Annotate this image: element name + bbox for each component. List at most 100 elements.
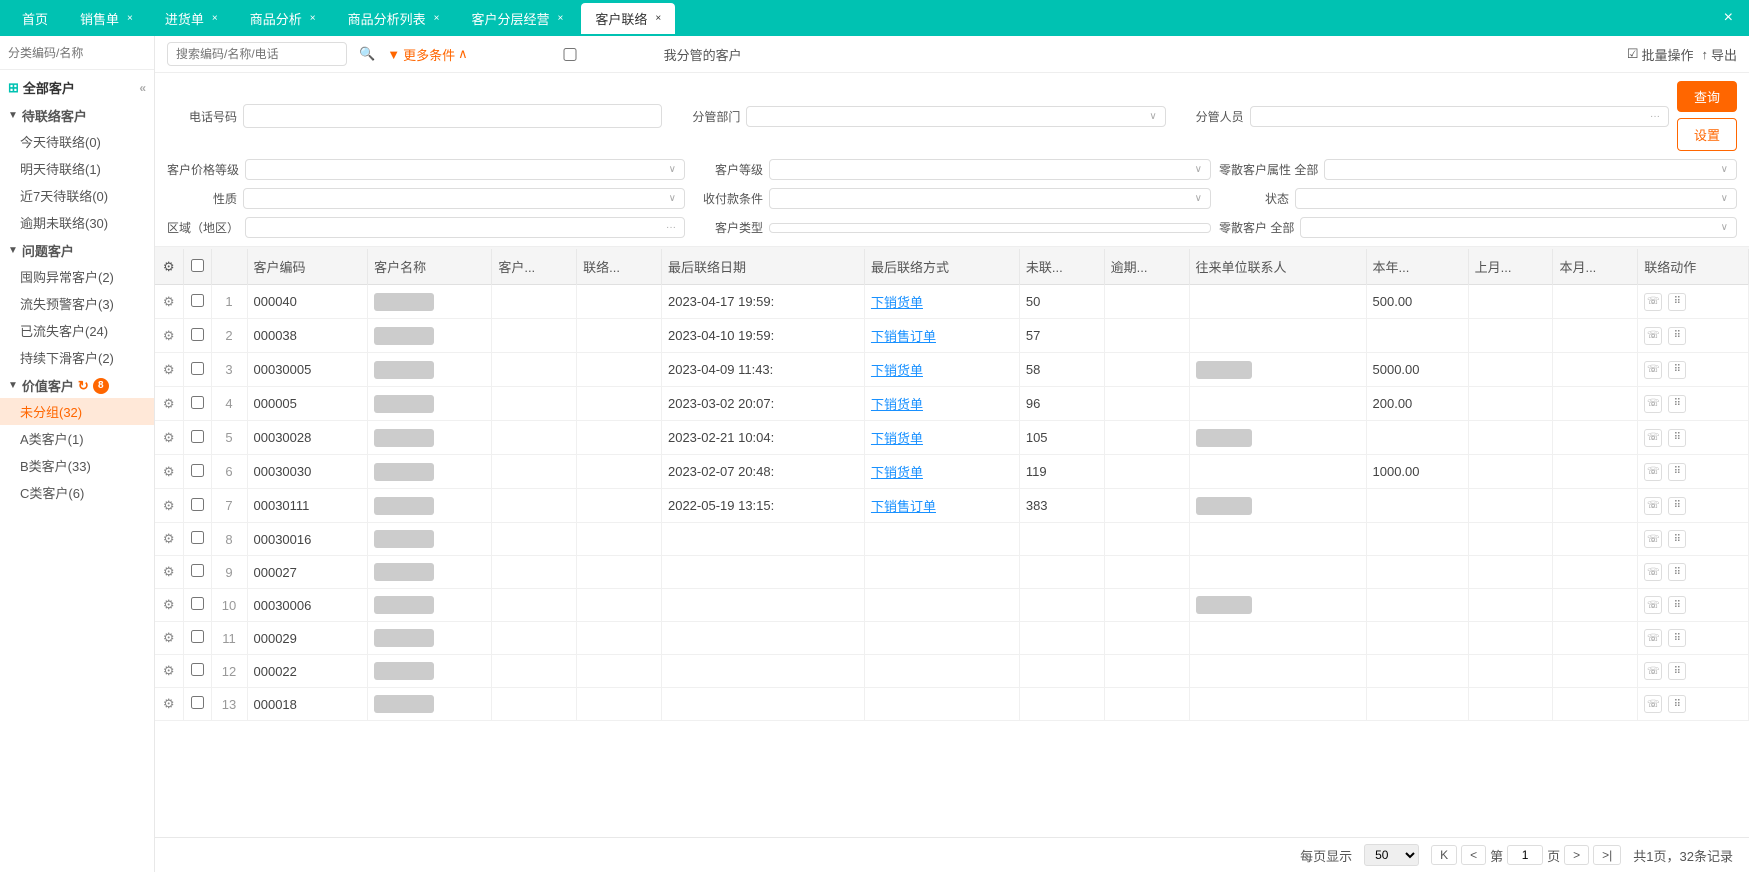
- my-customers-checkbox[interactable]: 我分管的客户: [480, 45, 742, 64]
- next-page-button[interactable]: >: [1564, 845, 1589, 865]
- row-check[interactable]: [183, 556, 211, 589]
- row-checkbox[interactable]: [191, 564, 204, 577]
- type-header[interactable]: 客户...: [492, 249, 577, 285]
- row-last-contact-way[interactable]: 下销货单: [864, 353, 1019, 387]
- row-checkbox[interactable]: [191, 630, 204, 643]
- row-check[interactable]: [183, 489, 211, 523]
- row-check[interactable]: [183, 688, 211, 721]
- region-select[interactable]: ···: [245, 217, 685, 238]
- sidebar-item-declining[interactable]: 持续下滑客户(2): [0, 344, 154, 371]
- row-checkbox[interactable]: [191, 430, 204, 443]
- export-button[interactable]: ↑ 导出: [1701, 45, 1737, 64]
- tab-customer-segment[interactable]: 客户分层经营 ×: [457, 3, 577, 34]
- nature-select[interactable]: ∨: [243, 188, 685, 209]
- check-header[interactable]: [183, 249, 211, 285]
- tab-product-analysis-list[interactable]: 商品分析列表 ×: [334, 3, 454, 34]
- sidebar-item-today[interactable]: 今天待联络(0): [0, 128, 154, 155]
- row-settings[interactable]: ⚙: [155, 285, 183, 319]
- more-icon[interactable]: ⠿: [1668, 662, 1686, 680]
- row-check[interactable]: [183, 387, 211, 421]
- row-settings[interactable]: ⚙: [155, 523, 183, 556]
- more-icon[interactable]: ⠿: [1668, 327, 1686, 345]
- sidebar-item-overdue[interactable]: 逾期未联络(30): [0, 209, 154, 236]
- row-settings[interactable]: ⚙: [155, 387, 183, 421]
- more-icon[interactable]: ⠿: [1668, 463, 1686, 481]
- call-icon[interactable]: ☏: [1644, 629, 1662, 647]
- code-header[interactable]: 客户编码: [247, 249, 368, 285]
- sidebar-search-input[interactable]: [8, 46, 155, 60]
- sidebar-item-abnormal[interactable]: 囤购异常客户(2): [0, 263, 154, 290]
- payment-select[interactable]: ∨: [769, 188, 1211, 209]
- close-icon[interactable]: ×: [655, 13, 661, 24]
- more-icon[interactable]: ⠿: [1668, 530, 1686, 548]
- call-icon[interactable]: ☏: [1644, 395, 1662, 413]
- prev-page-button[interactable]: <: [1461, 845, 1486, 865]
- call-icon[interactable]: ☏: [1644, 361, 1662, 379]
- row-last-contact-way[interactable]: [864, 556, 1019, 589]
- tab-customer-contact[interactable]: 客户联络 ×: [581, 3, 675, 34]
- row-check[interactable]: [183, 523, 211, 556]
- last-contact-date-header[interactable]: 最后联络日期: [661, 249, 864, 285]
- row-last-contact-way[interactable]: 下销货单: [864, 421, 1019, 455]
- row-checkbox[interactable]: [191, 597, 204, 610]
- more-icon[interactable]: ⠿: [1668, 596, 1686, 614]
- my-customers-check-input[interactable]: [480, 48, 660, 61]
- search-input[interactable]: [167, 42, 347, 66]
- row-check[interactable]: [183, 589, 211, 622]
- row-checkbox[interactable]: [191, 396, 204, 409]
- more-icon[interactable]: ⠿: [1668, 695, 1686, 713]
- last-page-button[interactable]: >|: [1593, 845, 1621, 865]
- row-settings[interactable]: ⚙: [155, 319, 183, 353]
- row-last-contact-way[interactable]: [864, 655, 1019, 688]
- row-check[interactable]: [183, 455, 211, 489]
- status-select[interactable]: ∨: [1295, 188, 1737, 209]
- settings-header[interactable]: ⚙: [155, 249, 183, 285]
- page-size-select[interactable]: 50 100 200: [1364, 844, 1419, 866]
- this-year-header[interactable]: 本年...: [1366, 249, 1468, 285]
- collapse-icon[interactable]: «: [139, 81, 146, 95]
- search-icon[interactable]: 🔍: [359, 46, 375, 62]
- sidebar-item-7days[interactable]: 近7天待联络(0): [0, 182, 154, 209]
- row-check[interactable]: [183, 622, 211, 655]
- company-contact-header[interactable]: 往来单位联系人: [1189, 249, 1366, 285]
- call-icon[interactable]: ☏: [1644, 463, 1662, 481]
- row-last-contact-way[interactable]: 下销货单: [864, 285, 1019, 319]
- row-settings[interactable]: ⚙: [155, 353, 183, 387]
- this-month-header[interactable]: 本月...: [1553, 249, 1638, 285]
- reset-button[interactable]: 设置: [1677, 118, 1737, 151]
- sidebar-item-unassigned[interactable]: 未分组(32): [0, 398, 154, 425]
- row-last-contact-way[interactable]: 下销售订单: [864, 489, 1019, 523]
- customer-grade-select[interactable]: ∨: [769, 159, 1211, 180]
- row-last-contact-way[interactable]: [864, 523, 1019, 556]
- row-check[interactable]: [183, 655, 211, 688]
- call-icon[interactable]: ☏: [1644, 327, 1662, 345]
- row-settings[interactable]: ⚙: [155, 655, 183, 688]
- overdue-header[interactable]: 逾期...: [1104, 249, 1189, 285]
- sidebar-item-b-class[interactable]: B类客户(33): [0, 452, 154, 479]
- row-check[interactable]: [183, 353, 211, 387]
- close-icon[interactable]: ×: [212, 13, 218, 24]
- query-button[interactable]: 查询: [1677, 81, 1737, 112]
- last-contact-way-header[interactable]: 最后联络方式: [864, 249, 1019, 285]
- more-icon[interactable]: ⠿: [1668, 563, 1686, 581]
- uncontact-header[interactable]: 未联...: [1019, 249, 1104, 285]
- tab-home[interactable]: 首页: [8, 3, 62, 34]
- name-header[interactable]: 客户名称: [368, 249, 492, 285]
- dept-select[interactable]: ∨: [746, 106, 1165, 127]
- more-icon[interactable]: ⠿: [1668, 629, 1686, 647]
- sidebar-item-a-class[interactable]: A类客户(1): [0, 425, 154, 452]
- sidebar-group-problem[interactable]: ▼ 问题客户: [0, 236, 154, 263]
- call-icon[interactable]: ☏: [1644, 662, 1662, 680]
- sidebar-item-c-class[interactable]: C类客户(6): [0, 479, 154, 506]
- more-icon[interactable]: ⠿: [1668, 429, 1686, 447]
- call-icon[interactable]: ☏: [1644, 429, 1662, 447]
- sidebar-group-pending[interactable]: ▼ 待联络客户: [0, 101, 154, 128]
- close-icon[interactable]: ×: [310, 13, 316, 24]
- more-icon[interactable]: ⠿: [1668, 293, 1686, 311]
- sidebar-item-tomorrow[interactable]: 明天待联络(1): [0, 155, 154, 182]
- row-checkbox[interactable]: [191, 362, 204, 375]
- row-checkbox[interactable]: [191, 328, 204, 341]
- price-grade-select[interactable]: ∨: [245, 159, 685, 180]
- row-settings[interactable]: ⚙: [155, 589, 183, 622]
- row-last-contact-way[interactable]: [864, 589, 1019, 622]
